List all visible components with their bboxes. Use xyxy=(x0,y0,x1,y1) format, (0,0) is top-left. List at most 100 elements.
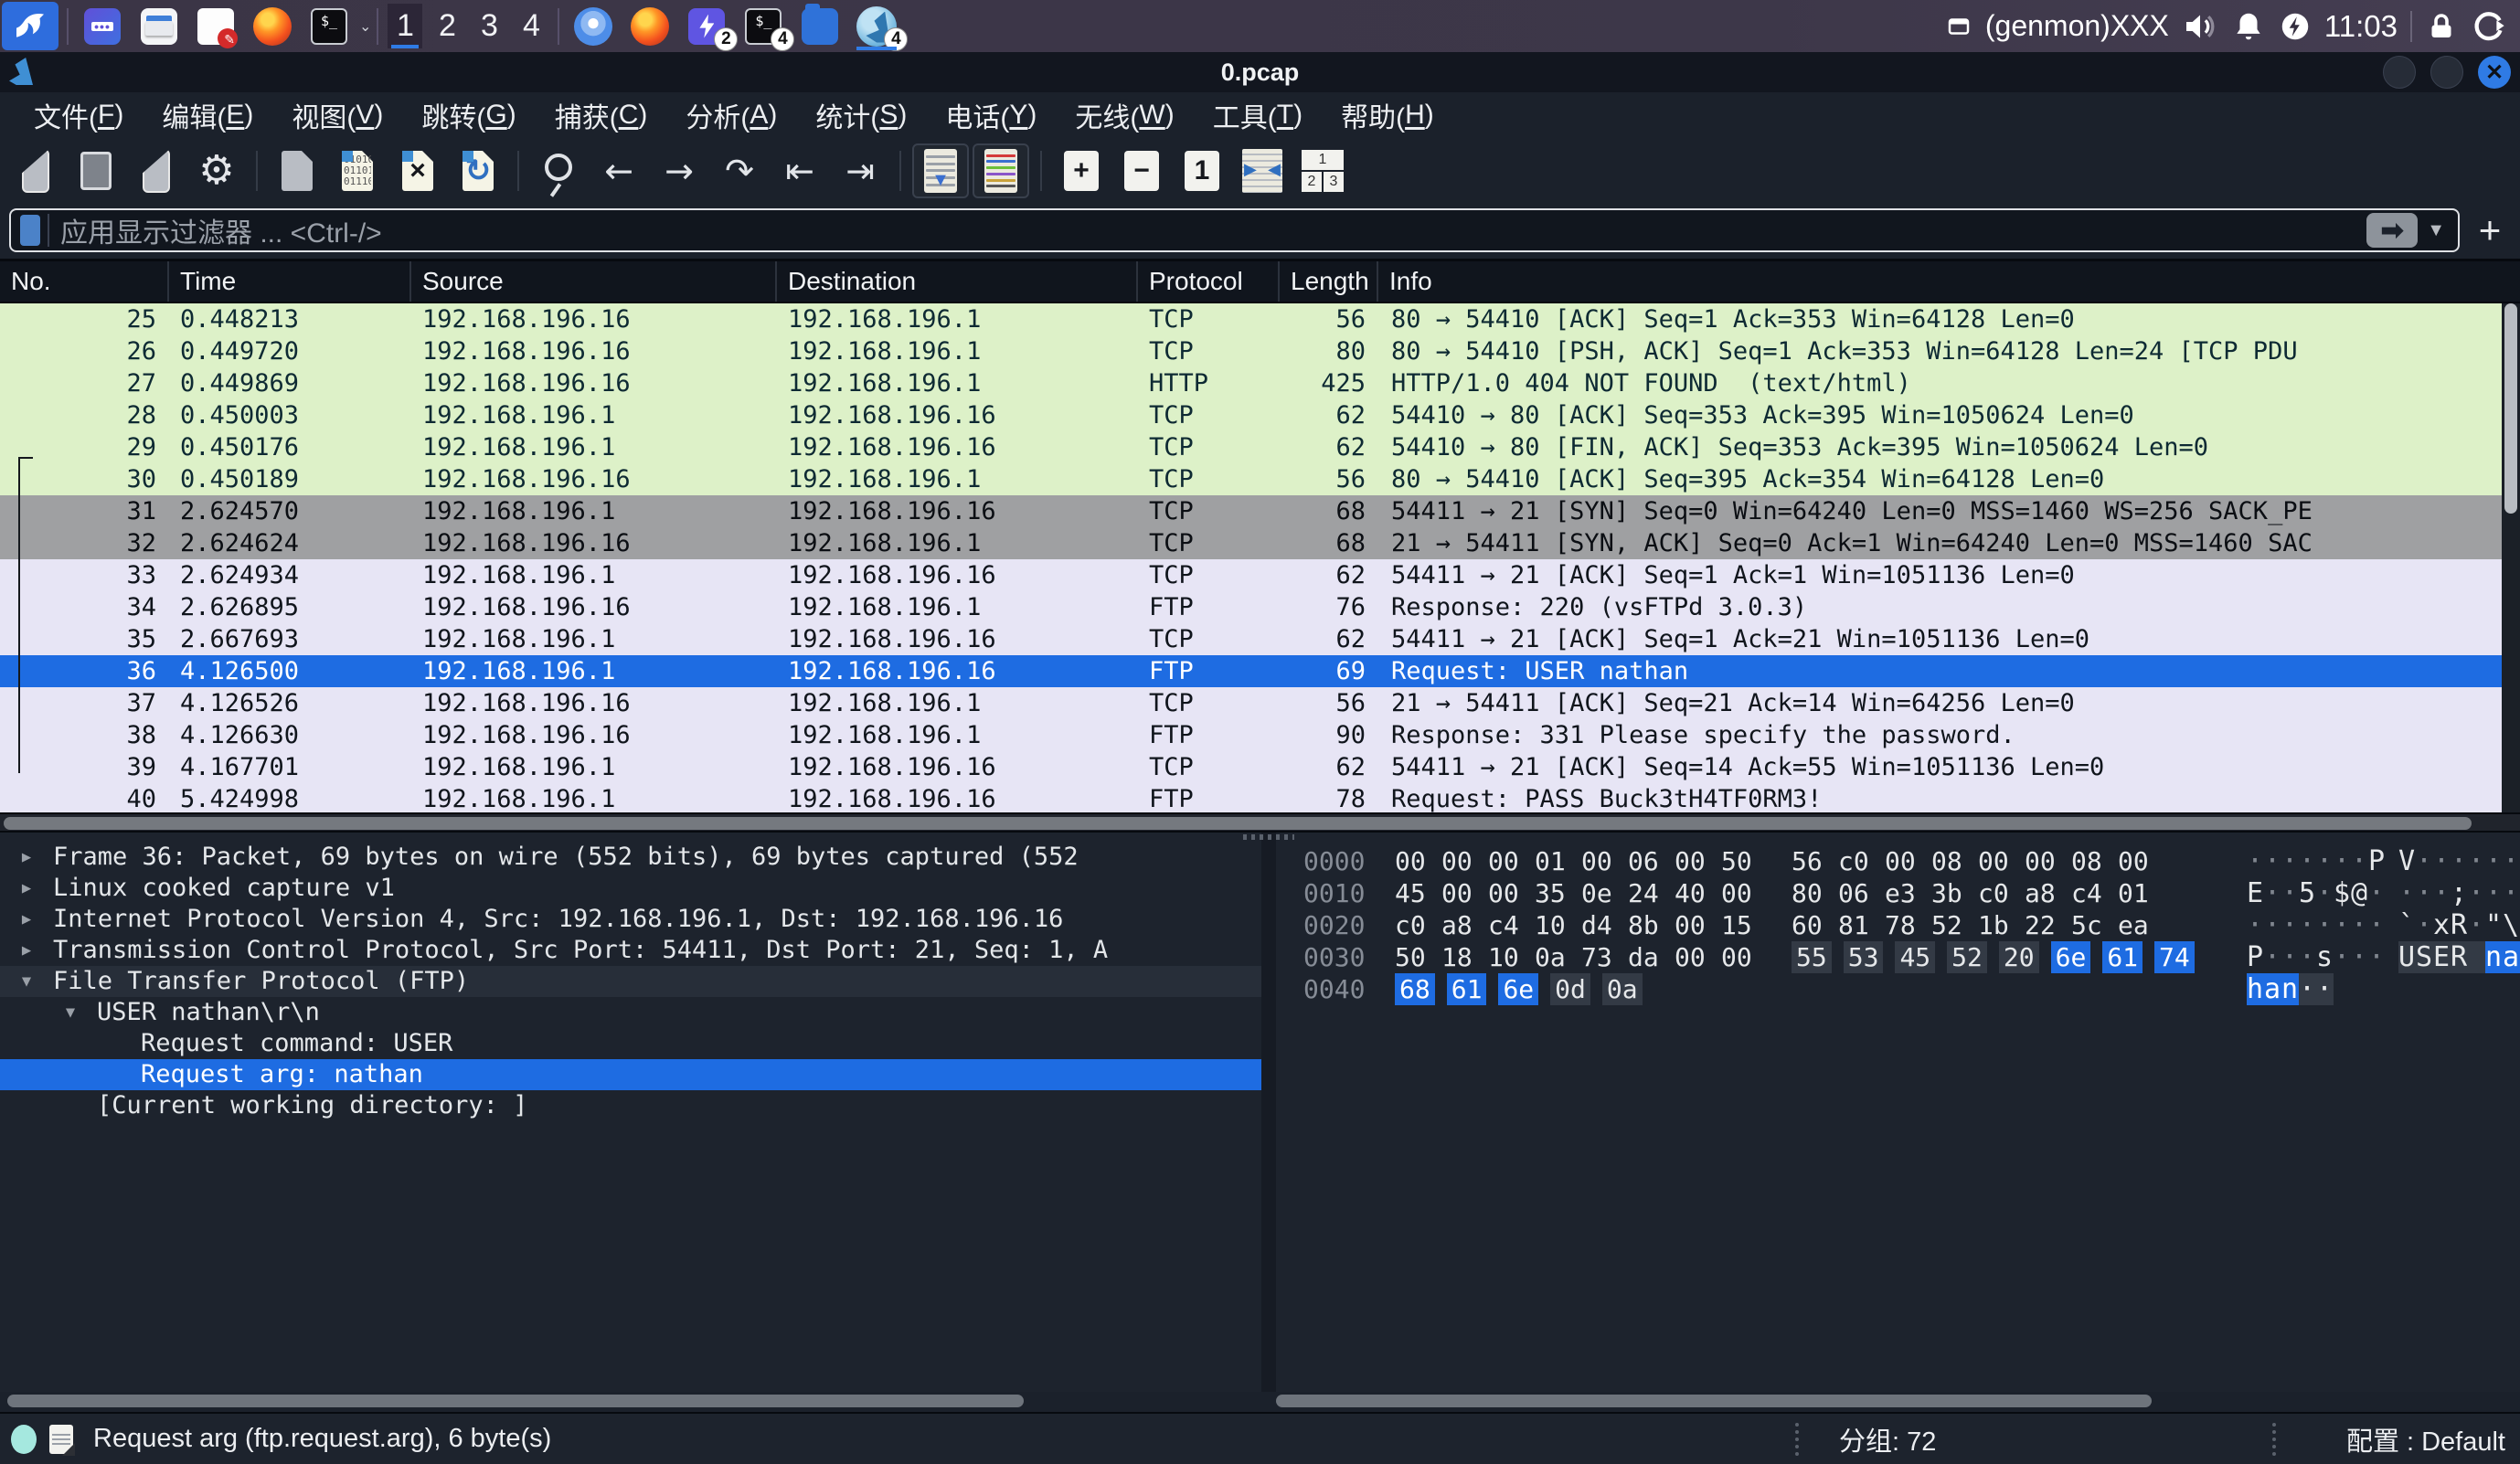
detail-row-2[interactable]: ▶ Internet Protocol Version 4, Src: 192.1… xyxy=(0,904,1261,935)
menu-a[interactable]: 分析(A) xyxy=(666,92,796,138)
maximize-button[interactable] xyxy=(2430,56,2463,89)
detail-row-6[interactable]: Request command: USER xyxy=(0,1028,1261,1059)
bookmark-icon[interactable] xyxy=(20,215,40,246)
terminal-button[interactable]: $_ xyxy=(303,4,355,48)
zoom-in-button[interactable]: + xyxy=(1053,143,1110,198)
packet-row-30[interactable]: 30 0.450189 192.168.196.16 192.168.196.1 TCP… xyxy=(0,463,2520,495)
detail-row-8[interactable]: [Current working directory: ] xyxy=(0,1090,1261,1121)
reload-file-button[interactable]: ↻ xyxy=(450,143,506,198)
hex-row-0000[interactable]: 0000 00 00 00 01 00 06 00 50 56 c0 00 08 00 00 08 00 ····… xyxy=(1276,845,2520,877)
menu-f[interactable]: 文件(F) xyxy=(15,92,143,138)
power-manager-icon[interactable] xyxy=(2279,10,2312,43)
document-edit-button[interactable] xyxy=(190,4,241,48)
capture-comment-icon[interactable] xyxy=(49,1424,75,1456)
taskbar-app-power[interactable]: 2 xyxy=(681,4,739,51)
menu-y[interactable]: 电话(Y) xyxy=(926,92,1056,138)
tree-collapsed-icon[interactable]: ▶ xyxy=(13,935,40,966)
packet-row-34[interactable]: 34 2.626895 192.168.196.16 192.168.196.1 FTP… xyxy=(0,591,2520,623)
go-forward-button[interactable]: → xyxy=(651,143,707,198)
packet-row-32[interactable]: 32 2.624624 192.168.196.16 192.168.196.1 TCP… xyxy=(0,527,2520,559)
restart-capture-button[interactable] xyxy=(128,143,185,198)
titlebar[interactable]: 0.pcap ✕ xyxy=(0,52,2520,92)
tree-collapsed-icon[interactable]: ▶ xyxy=(13,873,40,904)
find-packet-button[interactable] xyxy=(530,143,587,198)
column-header-no[interactable]: No. xyxy=(0,261,169,302)
close-file-button[interactable]: × xyxy=(389,143,446,198)
folder-button[interactable] xyxy=(133,4,185,48)
packet-row-33[interactable]: 33 2.624934 192.168.196.1 192.168.196.16 TCP… xyxy=(0,559,2520,591)
bytes-horizontal-scrollbar[interactable] xyxy=(1276,1395,2152,1407)
menu-t[interactable]: 工具(T) xyxy=(1194,92,1322,138)
kali-menu-button[interactable] xyxy=(2,2,58,50)
start-capture-button[interactable] xyxy=(7,143,64,198)
taskbar-app-chromium[interactable] xyxy=(568,4,619,48)
add-filter-button[interactable]: + xyxy=(2469,208,2511,252)
workspace-2[interactable]: 2 xyxy=(430,4,464,48)
column-header-time[interactable]: Time xyxy=(169,261,411,302)
column-header-destination[interactable]: Destination xyxy=(777,261,1138,302)
tree-expanded-icon[interactable]: ▼ xyxy=(57,997,84,1028)
minimize-button[interactable] xyxy=(2383,56,2416,89)
column-header-length[interactable]: Length xyxy=(1280,261,1378,302)
packet-row-40[interactable]: 40 5.424998 192.168.196.1 192.168.196.16 FTP… xyxy=(0,783,2520,815)
genmon-window-icon[interactable] xyxy=(1945,13,1972,40)
detail-row-3[interactable]: ▶ Transmission Control Protocol, Src Port… xyxy=(0,935,1261,966)
chevron-down-icon[interactable]: ⌄ xyxy=(359,17,371,36)
taskbar-app-terminal[interactable]: $_ 4 xyxy=(738,4,795,51)
taskbar-app-firefox[interactable] xyxy=(624,4,675,48)
zoom-original-button[interactable]: 1 xyxy=(1174,143,1230,198)
volume-icon[interactable] xyxy=(2182,8,2218,45)
tree-collapsed-icon[interactable]: ▶ xyxy=(13,904,40,935)
packet-row-36[interactable]: 36 4.126500 192.168.196.1 192.168.196.16 FTP… xyxy=(0,655,2520,687)
filter-dropdown-caret-icon[interactable]: ▼ xyxy=(2427,220,2445,241)
notification-bell-icon[interactable] xyxy=(2231,9,2266,44)
hex-row-0040[interactable]: 0040 68 61 6e 0d 0a han·· xyxy=(1276,973,2520,1005)
hex-row-0020[interactable]: 0020 c0 a8 c4 10 d4 8b 00 15 60 81 78 52 1b 22 5c ea ····… xyxy=(1276,909,2520,941)
auto-scroll-button[interactable]: ▼ xyxy=(912,143,969,198)
display-filter-input[interactable]: 应用显示过滤器 ... <Ctrl-/> ➡ ▼ xyxy=(9,208,2460,252)
lock-icon[interactable] xyxy=(2425,10,2458,43)
file-manager-button[interactable]: ••• xyxy=(77,4,128,48)
open-file-button[interactable] xyxy=(269,143,325,198)
taskbar-app-files[interactable] xyxy=(794,3,845,48)
save-file-button[interactable]: 01010 01101 01110 xyxy=(329,143,386,198)
menu-g[interactable]: 跳转(G) xyxy=(402,92,535,138)
detail-row-4[interactable]: ▼ File Transfer Protocol (FTP) xyxy=(0,966,1261,997)
detail-row-1[interactable]: ▶ Linux cooked capture v1 xyxy=(0,873,1261,904)
packet-row-29[interactable]: 29 0.450176 192.168.196.1 192.168.196.16 TCP… xyxy=(0,431,2520,463)
detail-row-5[interactable]: ▼ USER nathan\r\n xyxy=(0,997,1261,1028)
go-back-button[interactable]: ← xyxy=(590,143,647,198)
menu-c[interactable]: 捕获(C) xyxy=(536,92,667,138)
packet-row-28[interactable]: 28 0.450003 192.168.196.1 192.168.196.16 TCP… xyxy=(0,399,2520,431)
tree-collapsed-icon[interactable]: ▶ xyxy=(13,842,40,873)
packet-row-27[interactable]: 27 0.449869 192.168.196.16 192.168.196.1 HTT… xyxy=(0,367,2520,399)
layout-button[interactable]: 123 xyxy=(1294,143,1351,198)
logout-icon[interactable] xyxy=(2471,8,2507,45)
stop-capture-button[interactable] xyxy=(68,143,124,198)
menu-w[interactable]: 无线(W) xyxy=(1056,92,1193,138)
packet-row-37[interactable]: 37 4.126526 192.168.196.16 192.168.196.1 TCP… xyxy=(0,687,2520,719)
resize-columns-button[interactable] xyxy=(1234,143,1291,198)
workspace-3[interactable]: 3 xyxy=(472,4,506,48)
hex-row-0030[interactable]: 0030 50 18 10 0a 73 da 00 00 55 53 45 52 20 6e 61 74 P···… xyxy=(1276,941,2520,973)
packet-row-26[interactable]: 26 0.449720 192.168.196.16 192.168.196.1 TCP… xyxy=(0,335,2520,367)
packet-list-horizontal-scrollbar[interactable] xyxy=(0,812,2520,833)
column-header-info[interactable]: Info xyxy=(1378,261,2520,302)
workspace-4[interactable]: 4 xyxy=(514,4,548,48)
go-first-packet-button[interactable]: ⇤ xyxy=(771,143,828,198)
menu-v[interactable]: 视图(V) xyxy=(272,92,402,138)
capture-options-button[interactable]: ⚙ xyxy=(188,143,245,198)
packet-row-25[interactable]: 25 0.448213 192.168.196.16 192.168.196.1 TCP… xyxy=(0,303,2520,335)
packet-row-39[interactable]: 39 4.167701 192.168.196.1 192.168.196.16 TCP… xyxy=(0,751,2520,783)
menu-s[interactable]: 统计(S) xyxy=(796,92,926,138)
hex-row-0010[interactable]: 0010 45 00 00 35 0e 24 40 00 80 06 e3 3b c0 a8 c4 01 E··5… xyxy=(1276,877,2520,909)
go-last-packet-button[interactable]: ⇥ xyxy=(832,143,888,198)
tree-expanded-icon[interactable]: ▼ xyxy=(13,966,40,997)
profile-status[interactable]: 配置 : Default xyxy=(2346,1420,2505,1459)
go-to-packet-button[interactable]: ↷ xyxy=(711,143,768,198)
column-header-source[interactable]: Source xyxy=(411,261,777,302)
detail-row-0[interactable]: ▶ Frame 36: Packet, 69 bytes on wire (552… xyxy=(0,842,1261,873)
workspace-1[interactable]: 1 xyxy=(388,4,423,48)
expert-info-icon[interactable] xyxy=(11,1424,37,1454)
colorize-button[interactable] xyxy=(973,143,1029,198)
